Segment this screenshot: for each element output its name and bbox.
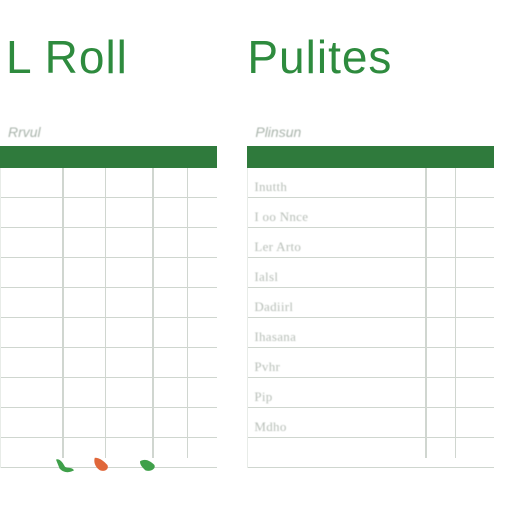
list-item: Inutth [254, 172, 308, 202]
subhead-left: Rrvul [0, 124, 217, 140]
app-root: L Roll Rrvul [0, 0, 512, 512]
table-row [1, 318, 217, 348]
list-item: Dadiirl [254, 292, 308, 322]
table-row [1, 168, 217, 198]
arrow-down-icon [138, 456, 160, 474]
list-item: Pip [254, 382, 308, 412]
table-row [1, 408, 217, 438]
sheet-right: Inutth I oo Nnce Ler Arto Ialsl Dadiirl … [247, 168, 494, 468]
table-row [1, 288, 217, 318]
title-left: L Roll [0, 30, 217, 84]
arrow-down-icon [91, 456, 113, 474]
panel-right: Pulites Plinsun Inutth I oo Nnce Ler Art… [217, 30, 494, 472]
list-item: Pvhr [254, 352, 308, 382]
list-item: Ialsl [254, 262, 308, 292]
sheet-left [0, 168, 217, 468]
subhead-right: Plinsun [247, 124, 494, 140]
table-header-left [0, 146, 217, 168]
row-labels: Inutth I oo Nnce Ler Arto Ialsl Dadiirl … [254, 172, 308, 442]
list-item: Ihasana [254, 322, 308, 352]
table-row [1, 258, 217, 288]
list-item: I oo Nnce [254, 202, 308, 232]
list-item: Mdho [254, 412, 308, 442]
table-header-right [247, 146, 494, 168]
table-row [1, 198, 217, 228]
table-row [248, 438, 494, 468]
table-row [1, 348, 217, 378]
table-row [1, 228, 217, 258]
title-right: Pulites [247, 30, 494, 84]
table-row [1, 378, 217, 408]
list-item: Ler Arto [254, 232, 308, 262]
panel-left: L Roll Rrvul [0, 30, 217, 472]
arrow-down-icon [54, 456, 76, 474]
